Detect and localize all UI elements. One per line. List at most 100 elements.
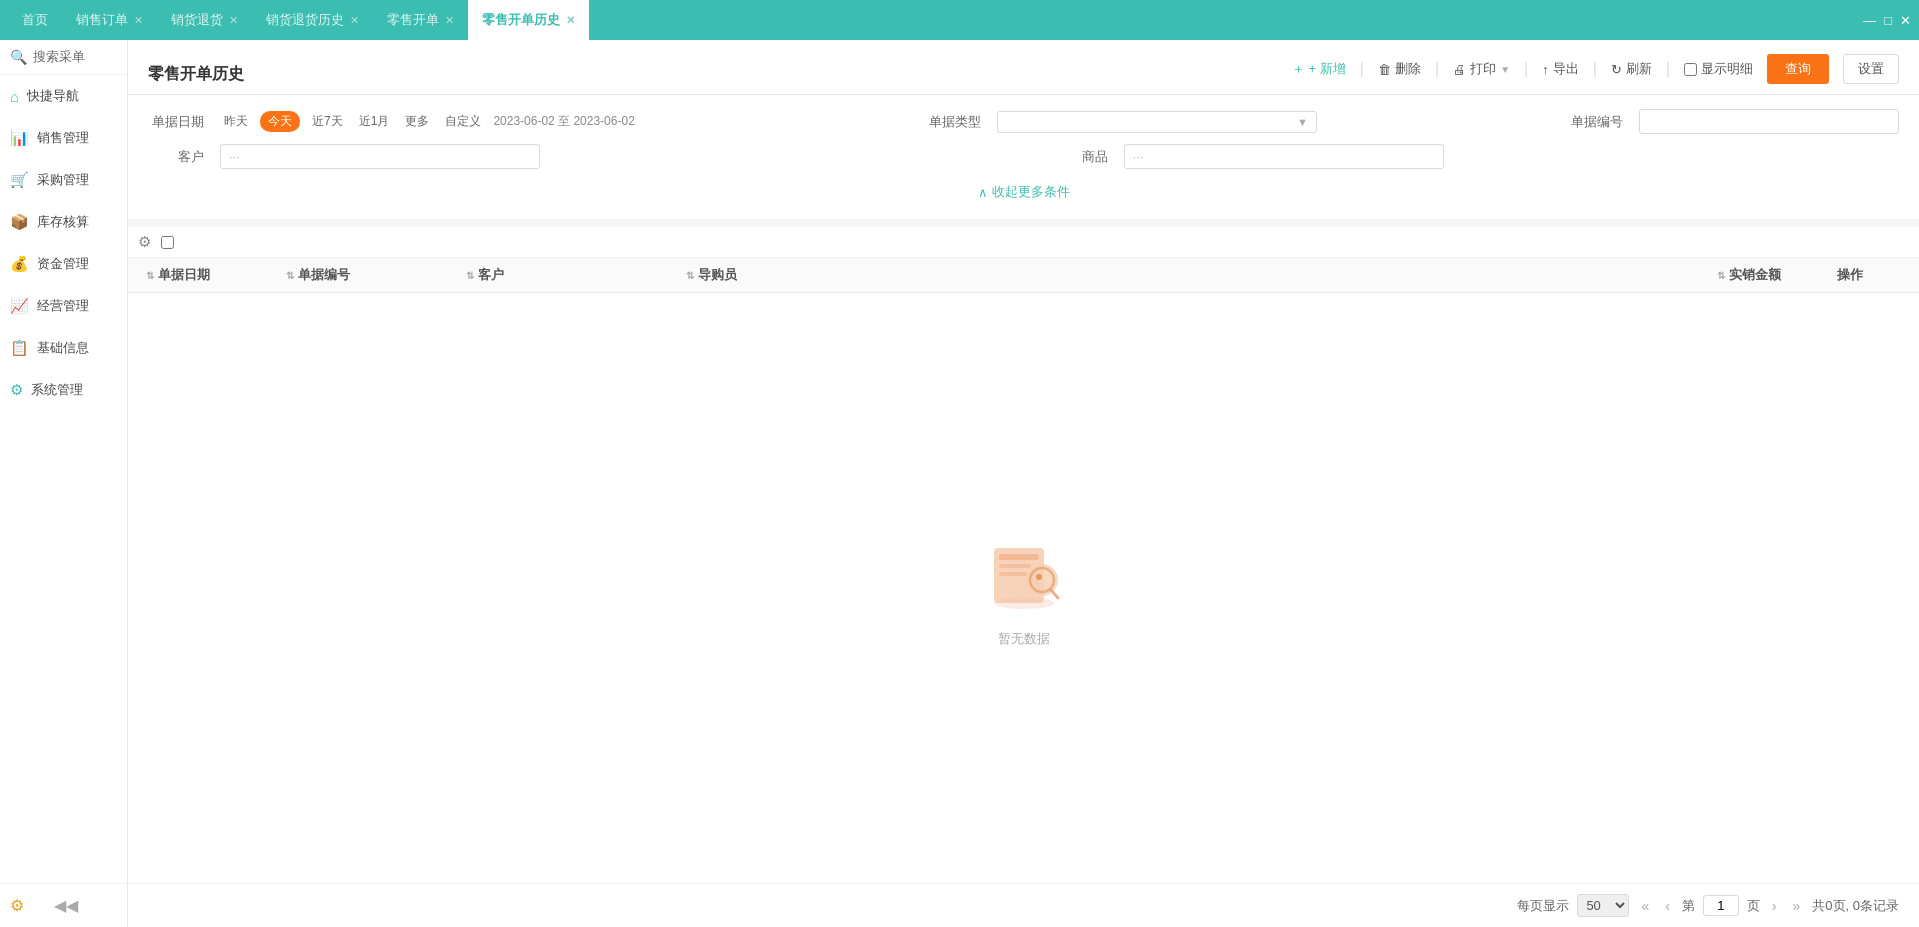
system-icon: ⚙ xyxy=(10,381,23,399)
sort-icon-guide: ⇅ xyxy=(686,270,694,281)
sidebar-search[interactable]: 🔍 搜索采单 xyxy=(0,40,127,75)
customer-ellipsis-icon: ··· xyxy=(229,149,240,164)
sort-icon-num: ⇅ xyxy=(286,270,294,281)
tab-home-label: 首页 xyxy=(22,11,48,29)
col-header-customer[interactable]: ⇅ 客户 xyxy=(458,266,678,284)
sep3: | xyxy=(1524,60,1528,78)
sidebar-search-label: 搜索采单 xyxy=(33,48,85,66)
sidebar-item-inventory[interactable]: 📦 库存核算 xyxy=(0,201,127,243)
collapse-filter-label: 收起更多条件 xyxy=(992,183,1070,201)
page-actions: ＋ + 新增 | 🗑 删除 | 🖨 打印 ▼ | ↑ 导出 xyxy=(1292,54,1899,94)
print-button[interactable]: 🖨 打印 ▼ xyxy=(1453,60,1510,78)
tab-sales-return-close[interactable]: ✕ xyxy=(229,14,238,27)
search-icon: 🔍 xyxy=(10,49,27,65)
add-button[interactable]: ＋ + 新增 xyxy=(1292,60,1346,78)
col-header-date[interactable]: ⇅ 单据日期 xyxy=(138,266,278,284)
table-select-all-checkbox[interactable] xyxy=(161,236,174,249)
tab-sales-return[interactable]: 销货退货 ✕ xyxy=(157,0,252,40)
settings-button[interactable]: 设置 xyxy=(1843,54,1899,84)
sidebar-item-finance[interactable]: 💰 资金管理 xyxy=(0,243,127,285)
sidebar-item-operations[interactable]: 📈 经营管理 xyxy=(0,285,127,327)
total-info: 共0页, 0条记录 xyxy=(1812,897,1899,915)
refresh-button[interactable]: ↻ 刷新 xyxy=(1611,60,1652,78)
tab-sales-return-history-close[interactable]: ✕ xyxy=(350,14,359,27)
date-opt-custom[interactable]: 自定义 xyxy=(441,111,485,132)
close-btn[interactable]: ✕ xyxy=(1900,13,1911,28)
date-opt-7days[interactable]: 近7天 xyxy=(308,111,347,132)
sidebar-item-sales-mgmt[interactable]: 📊 销售管理 xyxy=(0,117,127,159)
customer-input[interactable]: ··· xyxy=(220,144,540,169)
tab-sales-order-close[interactable]: ✕ xyxy=(134,14,143,27)
col-amount-label: 实销金额 xyxy=(1729,266,1781,284)
sales-icon: 📊 xyxy=(10,129,29,147)
doc-num-input[interactable] xyxy=(1639,109,1899,134)
col-ops-label: 操作 xyxy=(1837,266,1863,284)
date-opt-today[interactable]: 今天 xyxy=(260,111,300,132)
date-options: 昨天 今天 近7天 近1月 更多 自定义 2023-06-02 至 2023-0… xyxy=(220,111,635,132)
query-button[interactable]: 查询 xyxy=(1767,54,1829,84)
tab-retail-open-history[interactable]: 零售开单历史 ✕ xyxy=(468,0,589,40)
svg-rect-2 xyxy=(999,554,1039,560)
window-controls: — □ ✕ xyxy=(1863,13,1911,28)
sidebar-item-operations-label: 经营管理 xyxy=(37,297,89,315)
delete-icon: 🗑 xyxy=(1378,62,1391,77)
minimize-btn[interactable]: — xyxy=(1863,13,1876,28)
top-nav: 首页 销售订单 ✕ 销货退货 ✕ 销货退货历史 ✕ 零售开单 ✕ 零售开单历史 … xyxy=(0,0,1919,40)
maximize-btn[interactable]: □ xyxy=(1884,13,1892,28)
date-opt-1month[interactable]: 近1月 xyxy=(355,111,394,132)
page-input[interactable] xyxy=(1703,895,1739,916)
tab-sales-order-label: 销售订单 xyxy=(76,11,128,29)
col-header-ops: 操作 xyxy=(1829,266,1909,284)
goods-label: 商品 xyxy=(1052,148,1108,166)
finance-icon: 💰 xyxy=(10,255,29,273)
settings-gear-icon[interactable]: ⚙ xyxy=(10,896,24,915)
tab-sales-return-history[interactable]: 销货退货历史 ✕ xyxy=(252,0,373,40)
first-page-btn[interactable]: « xyxy=(1637,896,1653,916)
goods-input[interactable]: ··· xyxy=(1124,144,1444,169)
export-button[interactable]: ↑ 导出 xyxy=(1542,60,1579,78)
date-opt-more[interactable]: 更多 xyxy=(401,111,433,132)
display-detail-toggle[interactable]: 显示明细 xyxy=(1684,60,1753,78)
table-header: ⇅ 单据日期 ⇅ 单据编号 ⇅ 客户 ⇅ 导购员 ⇅ 实销 xyxy=(128,258,1919,293)
per-page-label: 每页显示 xyxy=(1517,897,1569,915)
display-detail-checkbox[interactable] xyxy=(1684,63,1697,76)
tab-home[interactable]: 首页 xyxy=(8,0,62,40)
sidebar-item-purchase-mgmt[interactable]: 🛒 采购管理 xyxy=(0,159,127,201)
delete-button[interactable]: 🗑 删除 xyxy=(1378,60,1421,78)
basic-info-icon: 📋 xyxy=(10,339,29,357)
svg-rect-4 xyxy=(999,572,1027,576)
tab-retail-open-close[interactable]: ✕ xyxy=(445,14,454,27)
table-settings-icon[interactable]: ⚙ xyxy=(138,233,151,251)
goods-ellipsis-icon: ··· xyxy=(1133,149,1144,164)
col-header-guide[interactable]: ⇅ 导购员 xyxy=(678,266,818,284)
content-area: 零售开单历史 ＋ + 新增 | 🗑 删除 | 🖨 打印 ▼ | xyxy=(128,40,1919,927)
sidebar-collapse-icon[interactable]: ◀◀ xyxy=(54,896,78,915)
sidebar-item-basic-info-label: 基础信息 xyxy=(37,339,89,357)
col-header-amount[interactable]: ⇅ 实销金额 xyxy=(1709,266,1829,284)
print-icon: 🖨 xyxy=(1453,62,1466,77)
tab-sales-order[interactable]: 销售订单 ✕ xyxy=(62,0,157,40)
sep2: | xyxy=(1435,60,1439,78)
doc-num-label: 单据编号 xyxy=(1567,113,1623,131)
refresh-label: 刷新 xyxy=(1626,60,1652,78)
tab-retail-open-history-label: 零售开单历史 xyxy=(482,11,560,29)
col-customer-label: 客户 xyxy=(478,266,504,284)
filter-row-date: 单据日期 昨天 今天 近7天 近1月 更多 自定义 2023-06-02 至 2… xyxy=(148,109,1899,134)
date-opt-yesterday[interactable]: 昨天 xyxy=(220,111,252,132)
svg-point-8 xyxy=(1036,574,1042,580)
sep4: | xyxy=(1593,60,1597,78)
last-page-btn[interactable]: » xyxy=(1789,896,1805,916)
per-page-select[interactable]: 50 20 100 xyxy=(1577,894,1629,917)
collapse-filter-btn[interactable]: ∧ 收起更多条件 xyxy=(978,179,1070,205)
doc-type-select[interactable]: ▼ xyxy=(997,111,1317,133)
prev-page-btn[interactable]: ‹ xyxy=(1661,896,1674,916)
next-page-btn[interactable]: › xyxy=(1768,896,1781,916)
tab-retail-open[interactable]: 零售开单 ✕ xyxy=(373,0,468,40)
sidebar-item-quick-nav[interactable]: ⌂ 快捷导航 xyxy=(0,75,127,117)
tab-retail-open-history-close[interactable]: ✕ xyxy=(566,14,575,27)
sidebar-item-system[interactable]: ⚙ 系统管理 xyxy=(0,369,127,411)
sort-icon-amount: ⇅ xyxy=(1717,270,1725,281)
sidebar-item-basic-info[interactable]: 📋 基础信息 xyxy=(0,327,127,369)
page-label: 第 xyxy=(1682,897,1695,915)
col-header-num[interactable]: ⇅ 单据编号 xyxy=(278,266,458,284)
